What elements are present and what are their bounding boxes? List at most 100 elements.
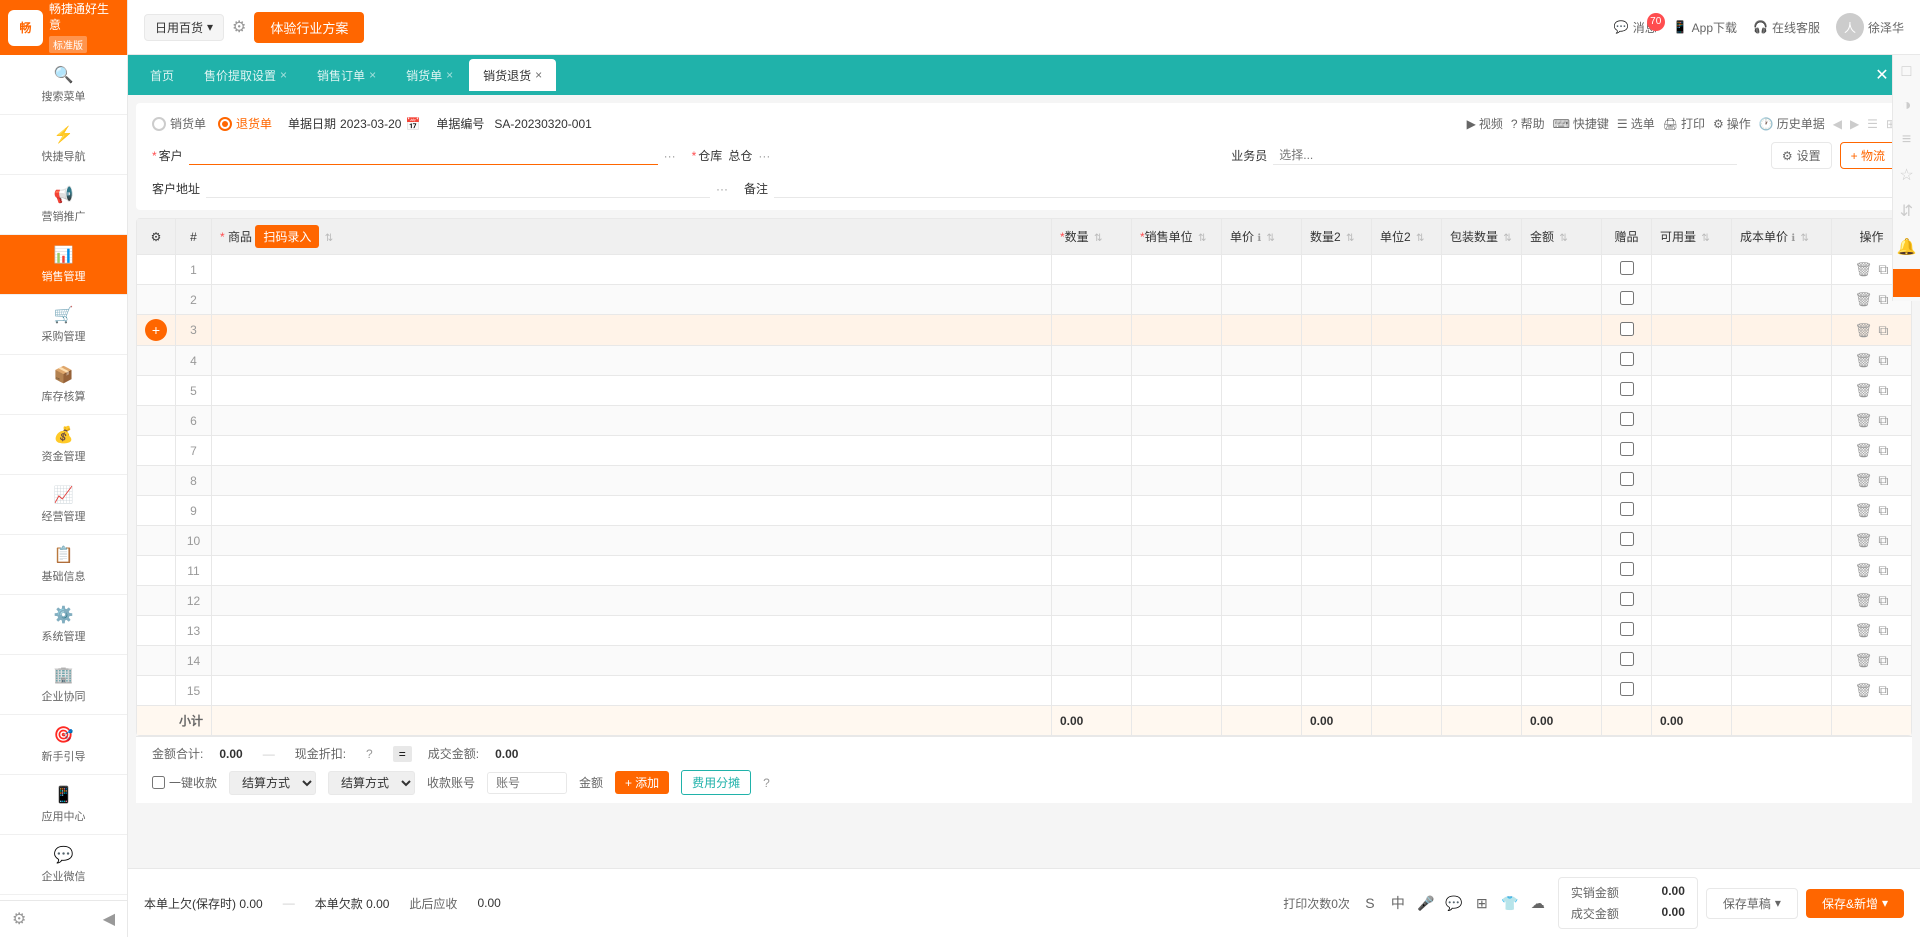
- one-click-payment[interactable]: 一键收款: [152, 774, 217, 791]
- taskbar-icon-1[interactable]: S: [1358, 891, 1382, 915]
- logistics-btn[interactable]: + 物流: [1840, 142, 1896, 169]
- row-unit2-10[interactable]: [1372, 526, 1442, 556]
- row-price-9[interactable]: [1222, 496, 1302, 526]
- tab-return-close-icon[interactable]: ×: [535, 68, 542, 82]
- row-qty2-13[interactable]: [1302, 616, 1372, 646]
- row-avail-12[interactable]: [1652, 586, 1732, 616]
- row-avail-9[interactable]: [1652, 496, 1732, 526]
- row-amount-1[interactable]: [1522, 255, 1602, 285]
- customer-picker-icon[interactable]: ···: [664, 149, 676, 163]
- col-gear-icon[interactable]: ⚙: [151, 230, 162, 244]
- row-delete-icon-11[interactable]: 🗑: [1855, 562, 1873, 579]
- row-amount-7[interactable]: [1522, 436, 1602, 466]
- col-unit-sort[interactable]: ⇅: [1198, 233, 1206, 244]
- row-product-3[interactable]: [212, 315, 1052, 346]
- col-product-sort[interactable]: ⇅: [325, 233, 333, 244]
- row-price-13[interactable]: [1222, 616, 1302, 646]
- settings-btn[interactable]: ⚙ 设置: [1771, 142, 1832, 169]
- notification-item[interactable]: 💬 70 消息: [1614, 19, 1657, 36]
- row-unit-4[interactable]: [1132, 346, 1222, 376]
- row-qty2-11[interactable]: [1302, 556, 1372, 586]
- address-picker-icon[interactable]: ···: [716, 182, 728, 196]
- row-gift-14[interactable]: [1602, 646, 1652, 676]
- row-product-7[interactable]: [212, 436, 1052, 466]
- row-delete-icon-8[interactable]: 🗑: [1855, 472, 1873, 489]
- row-unit2-12[interactable]: [1372, 586, 1442, 616]
- row-delete-icon-13[interactable]: 🗑: [1855, 622, 1873, 639]
- note-input[interactable]: [774, 179, 1896, 198]
- row-pack-13[interactable]: [1442, 616, 1522, 646]
- row-cost-2[interactable]: [1732, 285, 1832, 315]
- row-unit-2[interactable]: [1132, 285, 1222, 315]
- row-unit2-5[interactable]: [1372, 376, 1442, 406]
- row-copy-icon-9[interactable]: ⧉: [1878, 502, 1888, 519]
- cost-info-icon[interactable]: ℹ: [1791, 233, 1795, 244]
- toolbar-print[interactable]: 🖨 打印: [1663, 115, 1705, 132]
- row-unit2-3[interactable]: [1372, 315, 1442, 346]
- row-gift-3[interactable]: [1602, 315, 1652, 346]
- row-copy-icon-14[interactable]: ⧉: [1878, 652, 1888, 669]
- row-copy-icon-11[interactable]: ⧉: [1878, 562, 1888, 579]
- online-service-item[interactable]: 🎧 在线客服: [1753, 19, 1820, 36]
- row-qty2-3[interactable]: [1302, 315, 1372, 346]
- row-price-5[interactable]: [1222, 376, 1302, 406]
- row-pack-6[interactable]: [1442, 406, 1522, 436]
- one-click-checkbox[interactable]: [152, 776, 165, 789]
- row-product-8[interactable]: [212, 466, 1052, 496]
- row-qty2-7[interactable]: [1302, 436, 1372, 466]
- row-amount-10[interactable]: [1522, 526, 1602, 556]
- col-avail-sort[interactable]: ⇅: [1701, 233, 1709, 244]
- row-avail-2[interactable]: [1652, 285, 1732, 315]
- toolbar-video[interactable]: ▶ 视频: [1467, 115, 1503, 132]
- col-cost-sort[interactable]: ⇅: [1801, 233, 1809, 244]
- row-avail-1[interactable]: [1652, 255, 1732, 285]
- row-unit2-4[interactable]: [1372, 346, 1442, 376]
- row-unit-10[interactable]: [1132, 526, 1222, 556]
- calendar-icon[interactable]: 📅: [405, 117, 420, 131]
- row-product-10[interactable]: [212, 526, 1052, 556]
- row-amount-4[interactable]: [1522, 346, 1602, 376]
- row-gift-8[interactable]: [1602, 466, 1652, 496]
- row-copy-icon-15[interactable]: ⧉: [1878, 682, 1888, 699]
- sidebar-item-enterprise[interactable]: 🏢 企业协同: [0, 655, 127, 715]
- tab-close-all-icon[interactable]: ✕: [1873, 63, 1890, 87]
- row-delete-icon-5[interactable]: 🗑: [1855, 382, 1873, 399]
- row-qty-5[interactable]: [1052, 376, 1132, 406]
- row-gift-1[interactable]: [1602, 255, 1652, 285]
- row-avail-5[interactable]: [1652, 376, 1732, 406]
- row-qty2-8[interactable]: [1302, 466, 1372, 496]
- row-copy-icon-7[interactable]: ⧉: [1878, 442, 1888, 459]
- row-gift-5[interactable]: [1602, 376, 1652, 406]
- sidebar-item-search[interactable]: 🔍 搜索菜单: [0, 55, 127, 115]
- row-qty-6[interactable]: [1052, 406, 1132, 436]
- row-price-2[interactable]: [1222, 285, 1302, 315]
- row-product-1[interactable]: [212, 255, 1052, 285]
- row-copy-icon-4[interactable]: ⧉: [1878, 352, 1888, 369]
- row-product-15[interactable]: [212, 676, 1052, 706]
- row-price-1[interactable]: [1222, 255, 1302, 285]
- row-qty2-14[interactable]: [1302, 646, 1372, 676]
- row-pack-1[interactable]: [1442, 255, 1522, 285]
- row-price-3[interactable]: [1222, 315, 1302, 346]
- row-amount-6[interactable]: [1522, 406, 1602, 436]
- row-pack-7[interactable]: [1442, 436, 1522, 466]
- row-unit2-6[interactable]: [1372, 406, 1442, 436]
- row-amount-15[interactable]: [1522, 676, 1602, 706]
- row-qty-8[interactable]: [1052, 466, 1132, 496]
- row-cost-5[interactable]: [1732, 376, 1832, 406]
- row-unit2-1[interactable]: [1372, 255, 1442, 285]
- row-qty2-15[interactable]: [1302, 676, 1372, 706]
- radio-sales[interactable]: 销货单: [152, 115, 206, 132]
- gift-checkbox-10[interactable]: [1620, 532, 1634, 546]
- row-qty2-1[interactable]: [1302, 255, 1372, 285]
- row-gift-2[interactable]: [1602, 285, 1652, 315]
- row-unit-11[interactable]: [1132, 556, 1222, 586]
- row-qty-1[interactable]: [1052, 255, 1132, 285]
- row-copy-icon-13[interactable]: ⧉: [1878, 622, 1888, 639]
- salesperson-input[interactable]: [1273, 146, 1737, 165]
- toolbar-help[interactable]: ? 帮助: [1511, 115, 1545, 132]
- taskbar-icon-7[interactable]: ☁: [1526, 891, 1550, 915]
- gift-checkbox-13[interactable]: [1620, 622, 1634, 636]
- row-qty-14[interactable]: [1052, 646, 1132, 676]
- row-delete-icon-9[interactable]: 🗑: [1855, 502, 1873, 519]
